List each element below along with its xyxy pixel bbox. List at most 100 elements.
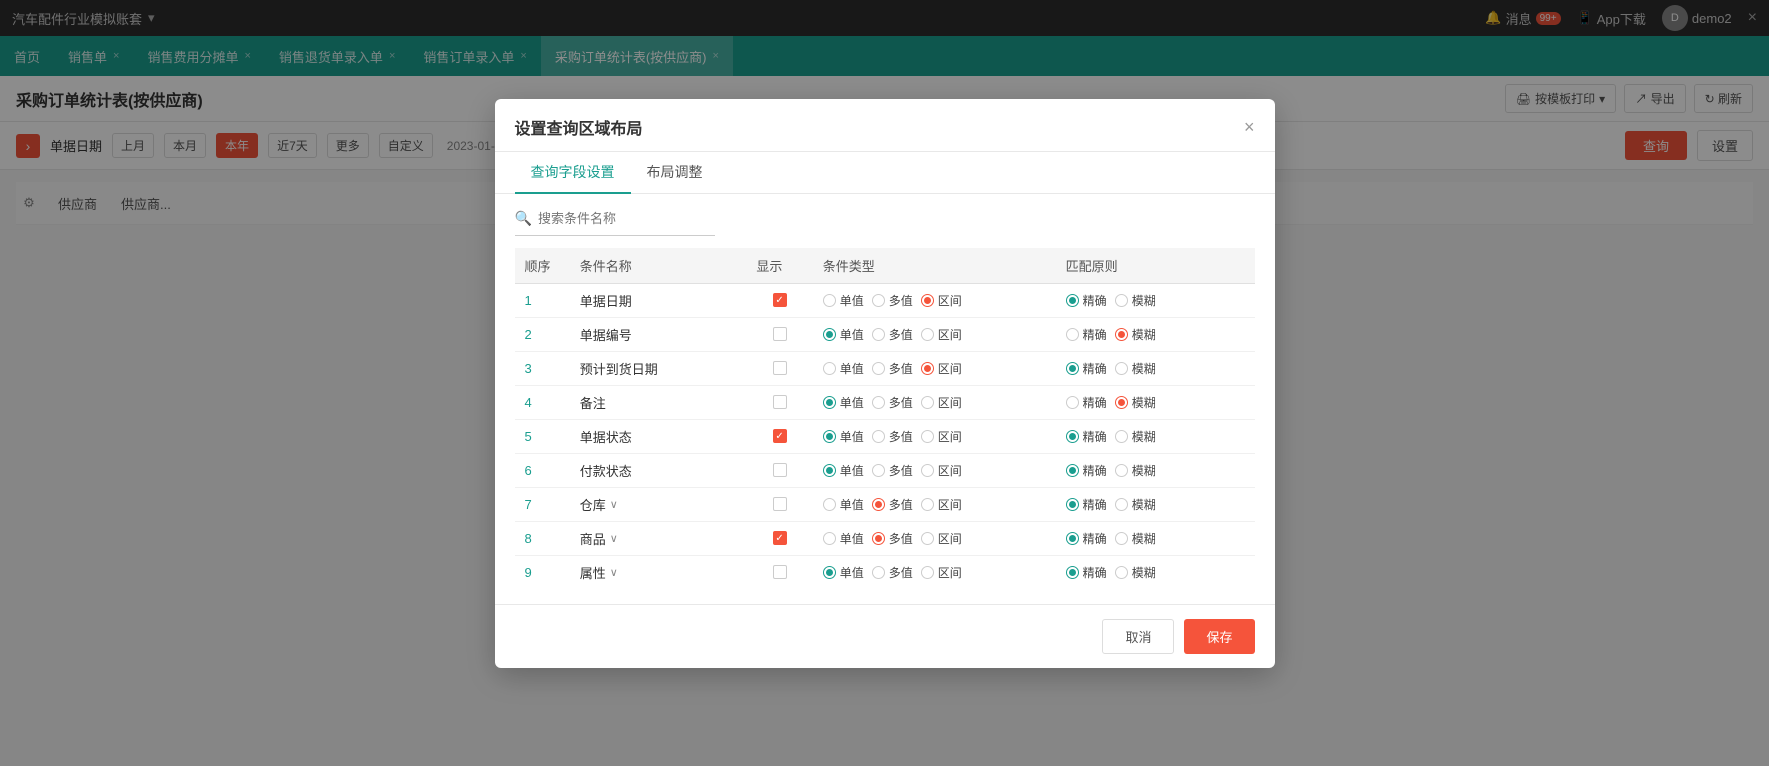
type-option[interactable]: 区间 (921, 462, 962, 479)
radio-circle (823, 430, 836, 443)
match-option[interactable]: 模糊 (1115, 326, 1156, 343)
radio-label: 区间 (938, 530, 962, 547)
radio-circle (823, 498, 836, 511)
row-order: 6 (515, 453, 570, 487)
show-checkbox[interactable] (773, 531, 787, 545)
match-option[interactable]: 精确 (1066, 462, 1107, 479)
radio-circle (921, 498, 934, 511)
save-button[interactable]: 保存 (1184, 619, 1254, 654)
radio-label: 单值 (840, 292, 864, 309)
match-option[interactable]: 模糊 (1115, 394, 1156, 411)
radio-label: 单值 (840, 360, 864, 377)
row-show (746, 351, 812, 385)
radio-circle (1115, 396, 1128, 409)
dialog-close-button[interactable]: × (1244, 118, 1255, 136)
match-option[interactable]: 精确 (1066, 428, 1107, 445)
type-option[interactable]: 单值 (823, 530, 864, 547)
table-row: 5单据状态单值多值区间精确模糊 (515, 419, 1255, 453)
type-option[interactable]: 单值 (823, 326, 864, 343)
settings-dialog: 设置查询区域布局 × 查询字段设置 布局调整 🔍 (495, 99, 1275, 668)
radio-label: 精确 (1083, 292, 1107, 309)
match-option[interactable]: 模糊 (1115, 428, 1156, 445)
radio-label: 多值 (889, 496, 913, 513)
radio-label: 模糊 (1132, 326, 1156, 343)
radio-circle (1066, 430, 1079, 443)
show-checkbox[interactable] (773, 463, 787, 477)
row-order: 3 (515, 351, 570, 385)
row-name: 备注 (570, 385, 747, 419)
match-option[interactable]: 模糊 (1115, 530, 1156, 547)
type-option[interactable]: 多值 (872, 530, 913, 547)
match-option[interactable]: 精确 (1066, 394, 1107, 411)
radio-label: 多值 (889, 326, 913, 343)
type-option[interactable]: 单值 (823, 360, 864, 377)
expand-arrow-icon[interactable]: ∨ (610, 498, 618, 511)
type-option[interactable]: 单值 (823, 564, 864, 581)
show-checkbox[interactable] (773, 293, 787, 307)
radio-circle (1066, 464, 1079, 477)
match-option[interactable]: 模糊 (1115, 292, 1156, 309)
match-option[interactable]: 模糊 (1115, 360, 1156, 377)
show-checkbox[interactable] (773, 395, 787, 409)
row-match: 精确 模糊 (1056, 317, 1255, 351)
condition-search-input[interactable] (538, 211, 698, 226)
type-option[interactable]: 多值 (872, 394, 913, 411)
type-option[interactable]: 区间 (921, 496, 962, 513)
match-option[interactable]: 精确 (1066, 292, 1107, 309)
row-type: 单值 多值区间 (813, 317, 1056, 351)
type-option[interactable]: 单值 (823, 462, 864, 479)
type-option[interactable]: 单值 (823, 394, 864, 411)
conditions-table: 顺序 条件名称 显示 条件类型 匹配原则 1单据日期单值多值区间精确模糊2单据编… (515, 248, 1255, 588)
match-option[interactable]: 模糊 (1115, 496, 1156, 513)
radio-circle (823, 532, 836, 545)
match-option[interactable]: 模糊 (1115, 462, 1156, 479)
type-option[interactable]: 多值 (872, 292, 913, 309)
type-option[interactable]: 多值 (872, 564, 913, 581)
cancel-button[interactable]: 取消 (1102, 619, 1174, 654)
radio-circle (1066, 532, 1079, 545)
show-checkbox[interactable] (773, 361, 787, 375)
type-option[interactable]: 区间 (921, 530, 962, 547)
type-option[interactable]: 多值 (872, 462, 913, 479)
radio-label: 精确 (1083, 326, 1107, 343)
expand-arrow-icon[interactable]: ∨ (610, 532, 618, 545)
match-option[interactable]: 精确 (1066, 496, 1107, 513)
type-option[interactable]: 单值 (823, 292, 864, 309)
match-option[interactable]: 模糊 (1115, 564, 1156, 581)
expand-arrow-icon[interactable]: ∨ (610, 566, 618, 579)
show-checkbox[interactable] (773, 497, 787, 511)
type-option[interactable]: 区间 (921, 292, 962, 309)
type-option[interactable]: 区间 (921, 564, 962, 581)
row-show (746, 283, 812, 317)
type-option[interactable]: 多值 (872, 326, 913, 343)
type-option[interactable]: 区间 (921, 428, 962, 445)
match-option[interactable]: 精确 (1066, 530, 1107, 547)
radio-circle (921, 464, 934, 477)
radio-label: 精确 (1083, 564, 1107, 581)
type-option[interactable]: 单值 (823, 496, 864, 513)
radio-circle (1115, 498, 1128, 511)
type-option[interactable]: 单值 (823, 428, 864, 445)
show-checkbox[interactable] (773, 429, 787, 443)
tab-layout-adjust[interactable]: 布局调整 (631, 152, 719, 194)
type-option[interactable]: 区间 (921, 326, 962, 343)
match-option[interactable]: 精确 (1066, 564, 1107, 581)
tab-query-fields[interactable]: 查询字段设置 (515, 152, 631, 194)
match-option[interactable]: 精确 (1066, 360, 1107, 377)
type-option[interactable]: 多值 (872, 496, 913, 513)
row-order: 1 (515, 283, 570, 317)
row-name: 仓库 ∨ (570, 487, 747, 521)
row-name: 单据状态 (570, 419, 747, 453)
radio-label: 多值 (889, 292, 913, 309)
show-checkbox[interactable] (773, 565, 787, 579)
table-row: 6付款状态单值多值区间精确模糊 (515, 453, 1255, 487)
type-option[interactable]: 区间 (921, 360, 962, 377)
show-checkbox[interactable] (773, 327, 787, 341)
row-type: 单值多值 区间 (813, 521, 1056, 555)
search-icon: 🔍 (515, 210, 532, 227)
type-option[interactable]: 区间 (921, 394, 962, 411)
type-option[interactable]: 多值 (872, 428, 913, 445)
type-option[interactable]: 多值 (872, 360, 913, 377)
radio-label: 模糊 (1132, 292, 1156, 309)
match-option[interactable]: 精确 (1066, 326, 1107, 343)
